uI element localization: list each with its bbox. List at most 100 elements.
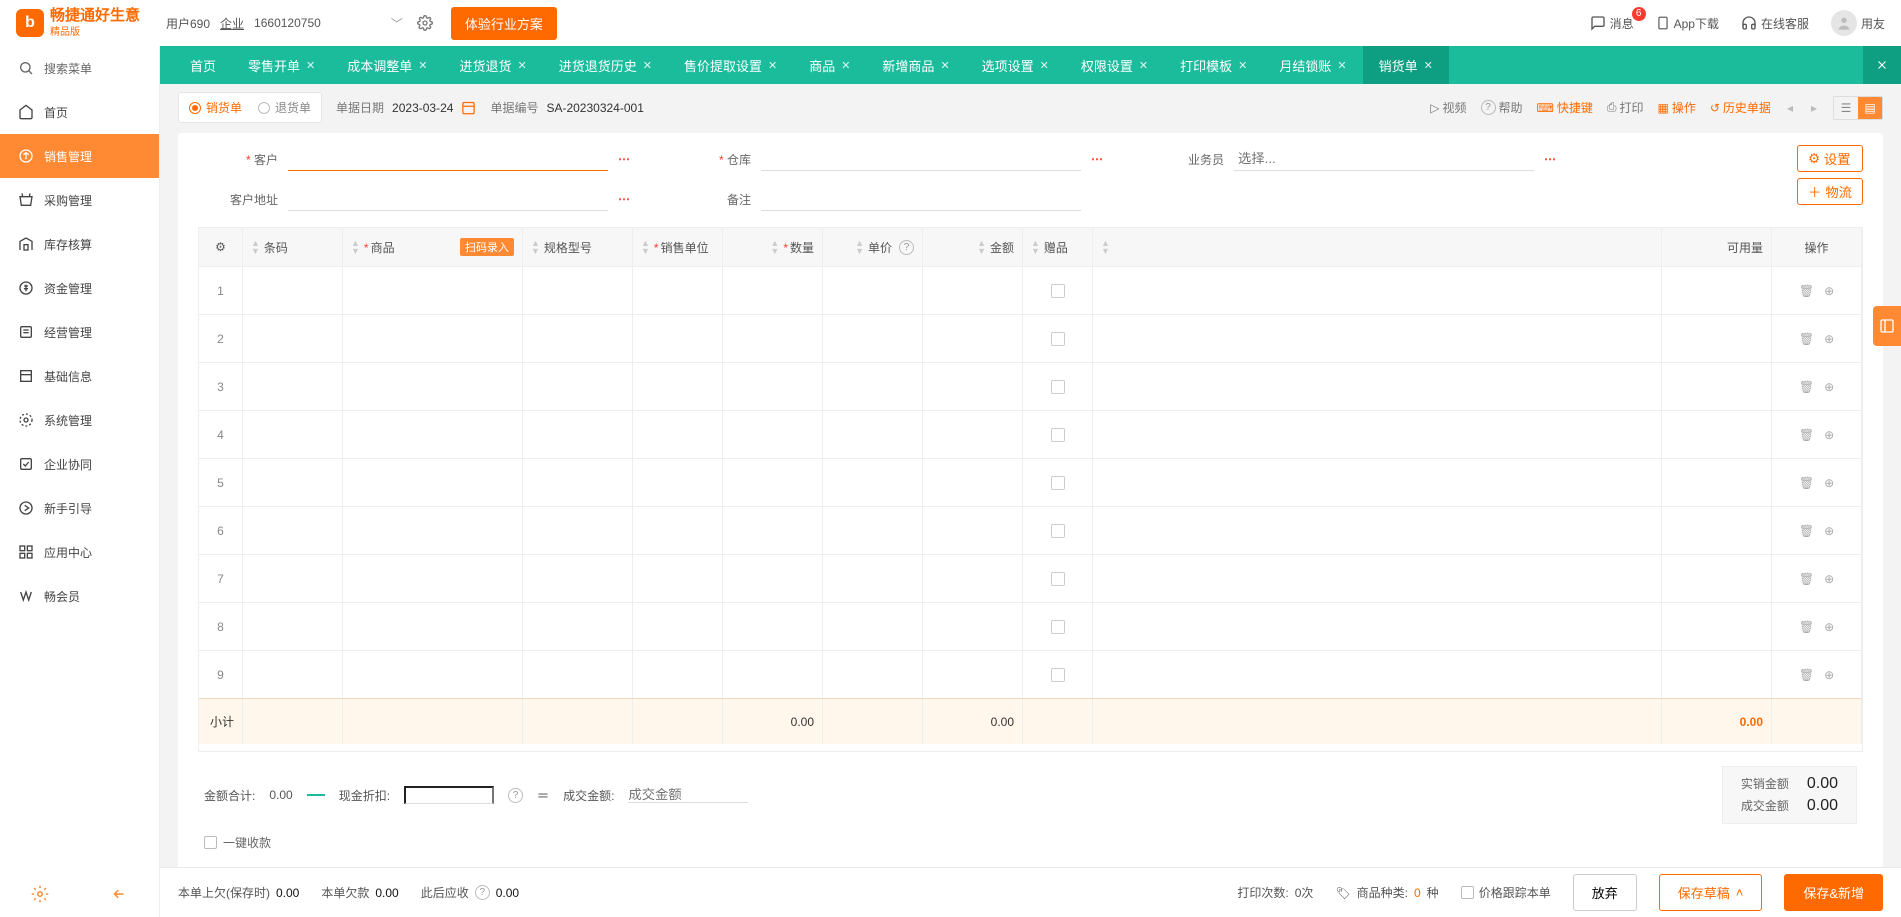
scan-badge[interactable]: 扫码录入 <box>460 238 514 256</box>
gift-checkbox[interactable] <box>1051 668 1065 682</box>
table-row[interactable]: 1🗑⊕ <box>199 266 1862 314</box>
tab-5[interactable]: 售价提取设置✕ <box>668 46 793 84</box>
sidebar-settings-icon[interactable] <box>31 885 49 903</box>
addr-picker-icon[interactable]: ⋯ <box>618 192 631 206</box>
close-icon[interactable]: ✕ <box>518 59 527 72</box>
sort-icon[interactable]: ▲▼ <box>855 239 864 255</box>
sort-icon[interactable]: ▲▼ <box>351 239 360 255</box>
onekey-receive[interactable]: 一键收款 <box>198 828 1863 861</box>
sidebar-collapse-icon[interactable] <box>110 885 128 903</box>
gift-checkbox[interactable] <box>1051 380 1065 394</box>
table-row[interactable]: 6🗑⊕ <box>199 506 1862 554</box>
help-icon[interactable]: ? <box>475 885 490 900</box>
tab-1[interactable]: 零售开单✕ <box>232 46 331 84</box>
print-button[interactable]: ⎙打印 <box>1607 99 1644 116</box>
table-row[interactable]: 8🗑⊕ <box>199 602 1862 650</box>
copy-row-icon[interactable]: ⊕ <box>1824 524 1834 538</box>
doc-date-value[interactable]: 2023-03-24 <box>392 101 453 115</box>
tab-12[interactable]: 销货单✕ <box>1363 46 1449 84</box>
salesman-picker-icon[interactable]: ⋯ <box>1544 152 1557 166</box>
video-help-button[interactable]: ▷视频 <box>1430 99 1466 116</box>
delete-row-icon[interactable]: 🗑 <box>1799 428 1814 442</box>
sidebar-item-7[interactable]: 基础信息 <box>0 354 159 398</box>
help-icon[interactable]: ? <box>899 240 914 255</box>
calendar-icon[interactable] <box>461 100 476 115</box>
close-icon[interactable]: ✕ <box>418 59 427 72</box>
table-row[interactable]: 9🗑⊕ <box>199 650 1862 698</box>
table-row[interactable]: 4🗑⊕ <box>199 410 1862 458</box>
sort-icon[interactable]: ▲▼ <box>977 239 986 255</box>
delete-row-icon[interactable]: 🗑 <box>1799 620 1814 634</box>
gift-checkbox[interactable] <box>1051 428 1065 442</box>
sort-icon[interactable]: ▲▼ <box>1031 239 1040 255</box>
sort-icon[interactable]: ▲▼ <box>251 239 260 255</box>
sidebar-item-4[interactable]: 库存核算 <box>0 222 159 266</box>
app-download-button[interactable]: App下载 <box>1656 15 1719 32</box>
user-menu[interactable]: 用友 <box>1831 10 1885 36</box>
sort-icon[interactable]: ▲▼ <box>1101 239 1110 255</box>
copy-row-icon[interactable]: ⊕ <box>1824 620 1834 634</box>
card-logistics-button[interactable]: ＋物流 <box>1797 178 1863 205</box>
save-draft-button[interactable]: 保存草稿˄ <box>1659 874 1763 911</box>
customer-addr-input[interactable] <box>288 187 608 211</box>
gift-checkbox[interactable] <box>1051 476 1065 490</box>
warehouse-picker-icon[interactable]: ⋯ <box>1091 152 1104 166</box>
try-industry-plan-button[interactable]: 体验行业方案 <box>451 7 557 40</box>
tab-6[interactable]: 商品✕ <box>793 46 866 84</box>
view-list-button[interactable]: ☰ <box>1834 97 1858 119</box>
radio-sale-order[interactable]: 销货单 <box>189 99 242 116</box>
close-icon[interactable]: ✕ <box>1139 59 1148 72</box>
gift-checkbox[interactable] <box>1051 524 1065 538</box>
close-icon[interactable]: ✕ <box>768 59 777 72</box>
operate-button[interactable]: ▦操作 <box>1658 99 1696 116</box>
tab-2[interactable]: 成本调整单✕ <box>331 46 443 84</box>
save-and-new-button[interactable]: 保存&新增 <box>1784 874 1883 911</box>
copy-row-icon[interactable]: ⊕ <box>1824 380 1834 394</box>
radio-return-order[interactable]: 退货单 <box>258 99 311 116</box>
close-icon[interactable]: ✕ <box>306 59 315 72</box>
cash-discount-input[interactable] <box>404 786 494 804</box>
close-all-tabs-button[interactable] <box>1863 46 1901 84</box>
customer-picker-icon[interactable]: ⋯ <box>618 152 631 166</box>
remark-input[interactable] <box>761 187 1081 211</box>
next-doc-button[interactable]: ▸ <box>1809 101 1819 115</box>
copy-row-icon[interactable]: ⊕ <box>1824 284 1834 298</box>
tenant-settings-icon[interactable] <box>417 15 433 31</box>
tab-7[interactable]: 新增商品✕ <box>866 46 965 84</box>
sidebar-item-0[interactable]: 搜索菜单 <box>0 46 159 90</box>
tab-0[interactable]: 首页 <box>174 46 232 84</box>
sidebar-item-3[interactable]: 采购管理 <box>0 178 159 222</box>
card-settings-button[interactable]: ⚙设置 <box>1797 145 1863 172</box>
close-icon[interactable]: ✕ <box>1238 59 1247 72</box>
close-icon[interactable]: ✕ <box>940 59 949 72</box>
delete-row-icon[interactable]: 🗑 <box>1799 332 1814 346</box>
delete-row-icon[interactable]: 🗑 <box>1799 572 1814 586</box>
help-icon[interactable]: ? <box>508 788 523 803</box>
copy-row-icon[interactable]: ⊕ <box>1824 476 1834 490</box>
copy-row-icon[interactable]: ⊕ <box>1824 428 1834 442</box>
sidebar-item-10[interactable]: 新手引导 <box>0 486 159 530</box>
close-icon[interactable]: ✕ <box>643 59 652 72</box>
sidebar-item-2[interactable]: 销售管理 <box>0 134 159 178</box>
help-button[interactable]: ?帮助 <box>1481 99 1523 116</box>
table-row[interactable]: 5🗑⊕ <box>199 458 1862 506</box>
tab-4[interactable]: 进货退货历史✕ <box>543 46 668 84</box>
deal-amount-input[interactable] <box>628 787 748 803</box>
sort-icon[interactable]: ▲▼ <box>770 239 779 255</box>
tab-11[interactable]: 月结锁账✕ <box>1263 46 1362 84</box>
tenant-selector[interactable]: 用户690企业1660120750 ﹀ <box>166 15 403 32</box>
messages-button[interactable]: 消息 6 <box>1590 15 1634 32</box>
delete-row-icon[interactable]: 🗑 <box>1799 380 1814 394</box>
prev-doc-button[interactable]: ◂ <box>1785 101 1795 115</box>
delete-row-icon[interactable]: 🗑 <box>1799 524 1814 538</box>
view-form-button[interactable]: ▤ <box>1858 97 1882 119</box>
sort-icon[interactable]: ▲▼ <box>641 239 650 255</box>
online-service-button[interactable]: 在线客服 <box>1741 15 1809 32</box>
salesman-input[interactable] <box>1234 147 1534 171</box>
gift-checkbox[interactable] <box>1051 284 1065 298</box>
gift-checkbox[interactable] <box>1051 572 1065 586</box>
price-track-checkbox[interactable]: 价格跟踪本单 <box>1461 884 1551 901</box>
delete-row-icon[interactable]: 🗑 <box>1799 668 1814 682</box>
gift-checkbox[interactable] <box>1051 620 1065 634</box>
close-icon[interactable]: ✕ <box>841 59 850 72</box>
